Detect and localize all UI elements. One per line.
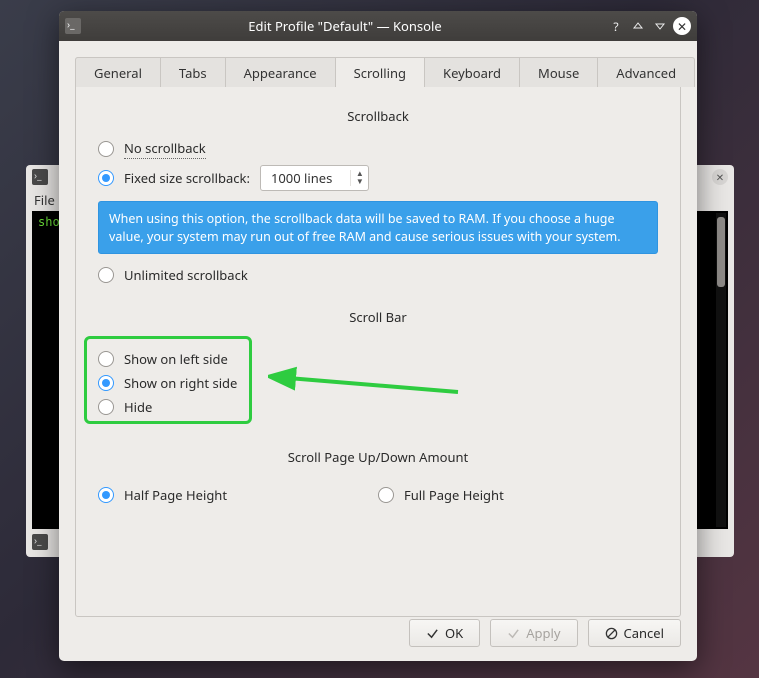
label-unlimited-scrollback: Unlimited scrollback [124, 266, 248, 284]
radio-full-page[interactable] [378, 487, 394, 503]
tab-scrolling[interactable]: Scrolling [335, 57, 425, 87]
scrollback-lines-value: 1000 lines [261, 169, 350, 187]
dialog-title: Edit Profile "Default" — Konsole [87, 17, 603, 35]
close-button[interactable]: ✕ [673, 17, 691, 35]
apply-button-label: Apply [526, 624, 560, 642]
minimize-button[interactable] [629, 17, 647, 35]
help-button[interactable]: ? [607, 17, 625, 35]
close-icon[interactable]: ✕ [712, 169, 728, 185]
tab-keyboard[interactable]: Keyboard [424, 57, 520, 87]
ok-button[interactable]: OK [409, 619, 480, 647]
label-full-page: Full Page Height [404, 486, 504, 504]
cancel-button[interactable]: Cancel [588, 619, 681, 647]
label-scrollbar-right: Show on right side [124, 374, 237, 392]
section-scrollpage: Scroll Page Up/Down Amount [98, 448, 658, 466]
cancel-button-label: Cancel [624, 624, 664, 642]
label-fixed-scrollback: Fixed size scrollback: [124, 169, 250, 187]
terminal-scrollbar[interactable] [716, 213, 726, 527]
radio-half-page[interactable] [98, 487, 114, 503]
edit-profile-dialog: Edit Profile "Default" — Konsole ? ✕ Gen… [59, 11, 697, 661]
tab-general[interactable]: General [75, 57, 161, 87]
label-scrollbar-hide: Hide [124, 398, 152, 416]
radio-no-scrollback[interactable] [98, 141, 114, 157]
radio-unlimited-scrollback[interactable] [98, 267, 114, 283]
spinner-down-icon[interactable]: ▼ [351, 178, 368, 186]
tab-mouse[interactable]: Mouse [519, 57, 598, 87]
terminal-icon [32, 534, 48, 550]
scrollback-lines-spinner[interactable]: 1000 lines ▲ ▼ [260, 165, 369, 191]
section-scrollback: Scrollback [98, 107, 658, 125]
tab-appearance[interactable]: Appearance [225, 57, 336, 87]
scrollback-info: When using this option, the scrollback d… [98, 201, 658, 254]
label-no-scrollback[interactable]: No scrollback [124, 139, 206, 159]
radio-scrollbar-left[interactable] [98, 351, 114, 367]
section-scrollbar: Scroll Bar [98, 308, 658, 326]
terminal-icon [65, 18, 81, 34]
radio-scrollbar-right[interactable] [98, 375, 114, 391]
radio-scrollbar-hide[interactable] [98, 399, 114, 415]
apply-button: Apply [490, 619, 577, 647]
dialog-titlebar[interactable]: Edit Profile "Default" — Konsole ? ✕ [59, 11, 697, 41]
ok-button-label: OK [445, 624, 463, 642]
terminal-icon [32, 169, 48, 185]
maximize-button[interactable] [651, 17, 669, 35]
label-half-page: Half Page Height [124, 486, 227, 504]
label-scrollbar-left: Show on left side [124, 350, 228, 368]
tab-advanced[interactable]: Advanced [597, 57, 695, 87]
radio-fixed-scrollback[interactable] [98, 170, 114, 186]
tab-tabs[interactable]: Tabs [160, 57, 226, 87]
tab-bar: General Tabs Appearance Scrolling Keyboa… [75, 57, 680, 87]
